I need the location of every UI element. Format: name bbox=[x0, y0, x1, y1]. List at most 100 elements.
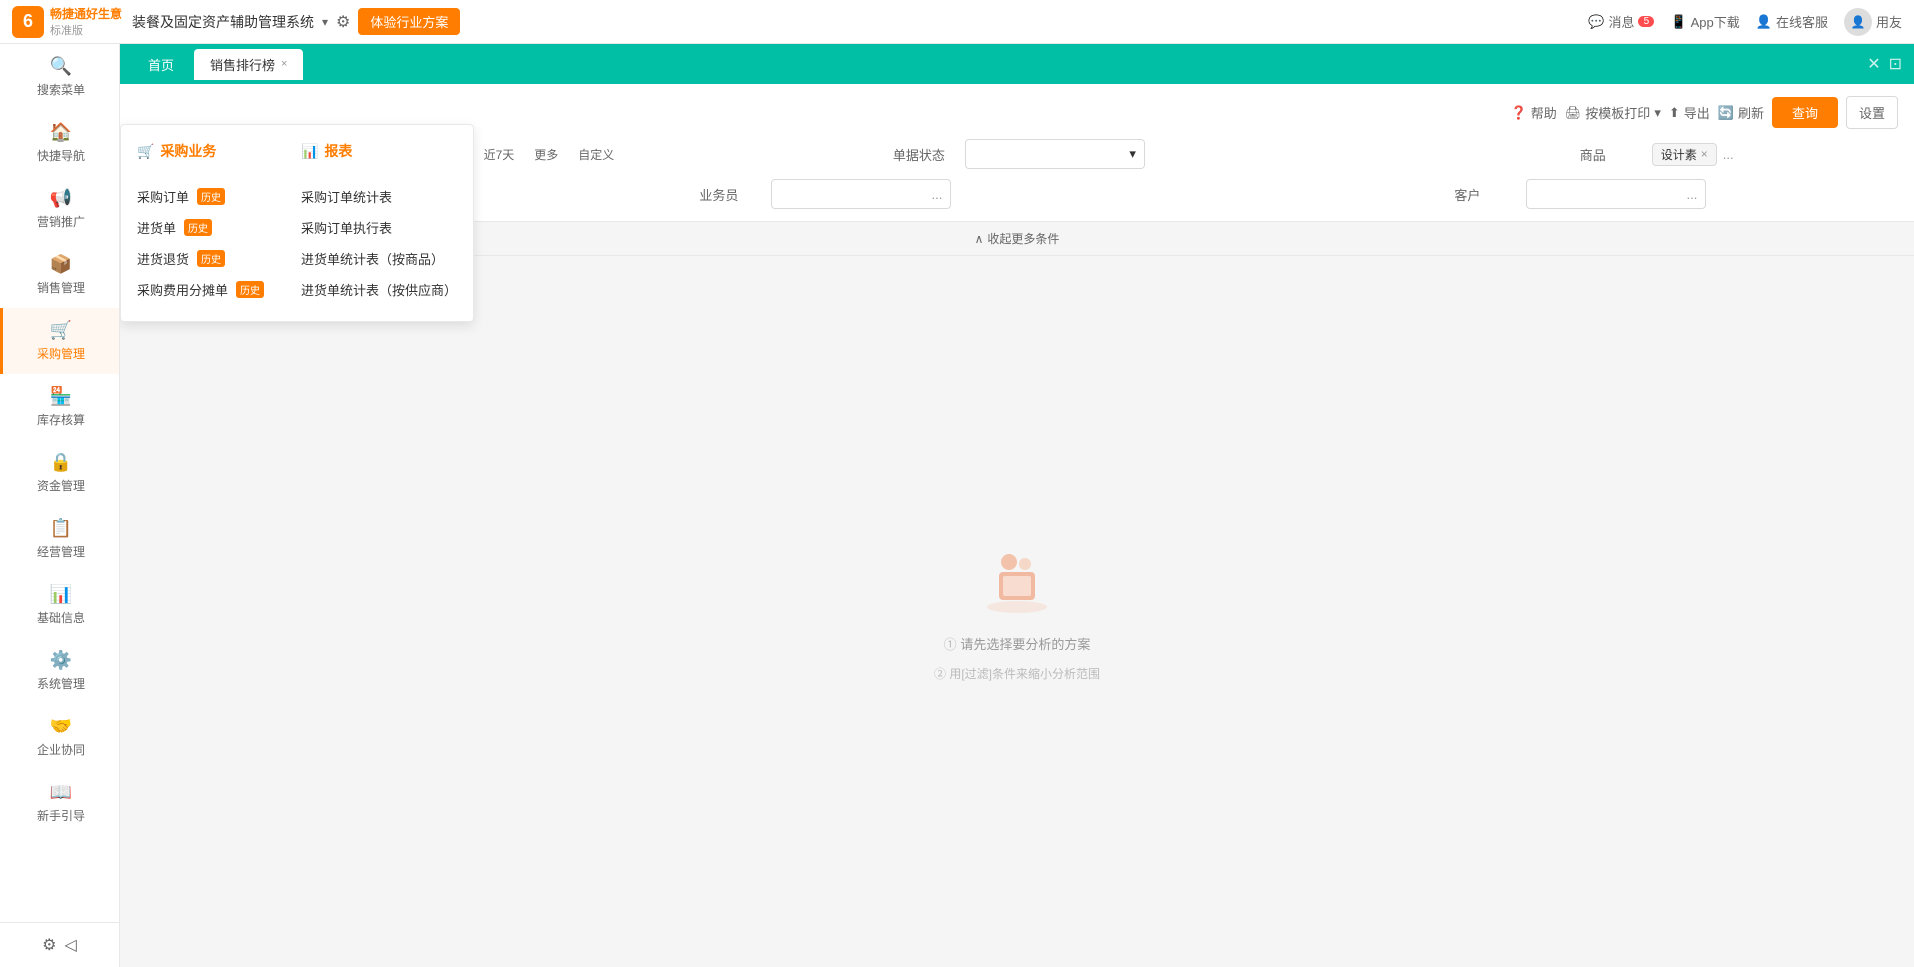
menu-item-return[interactable]: 进货退货 历史 bbox=[137, 243, 277, 274]
marketing-icon: 📢 bbox=[50, 188, 72, 209]
basic-info-icon: 📊 bbox=[50, 584, 72, 605]
customer-select[interactable]: ... bbox=[1526, 179, 1706, 209]
quick-date-7days[interactable]: 近7天 bbox=[476, 144, 523, 165]
menu-item-cost-alloc[interactable]: 采购费用分摊单 历史 bbox=[137, 274, 277, 305]
menu-item-inbound-label: 进货单 bbox=[137, 218, 176, 237]
message-badge: 5 bbox=[1638, 16, 1654, 27]
main-layout: 🔍 搜索菜单 🏠 快捷导航 📢 营销推广 📦 销售管理 🛒 采购管理 🏪 库存核… bbox=[0, 44, 1914, 967]
menu-item-purchase-order-label: 采购订单 bbox=[137, 187, 189, 206]
message-action[interactable]: 💬 消息 5 bbox=[1588, 12, 1654, 31]
product-label: 商品 bbox=[1580, 145, 1640, 164]
menu-item-inbound-stat-product-label: 进货单统计表（按商品） bbox=[301, 249, 444, 268]
enterprise-icon: 🤝 bbox=[50, 716, 72, 737]
menu-item-inbound[interactable]: 进货单 历史 bbox=[137, 212, 277, 243]
settings-bottom-icon[interactable]: ⚙ bbox=[42, 935, 56, 955]
sidebar-item-purchase[interactable]: 🛒 采购管理 bbox=[0, 308, 119, 374]
system-title: 装餐及固定资产辅助管理系统 bbox=[132, 12, 314, 32]
user-action[interactable]: 👤 用友 bbox=[1844, 8, 1902, 36]
tab-close-btn[interactable]: ✕ bbox=[1867, 54, 1880, 74]
sidebar: 🔍 搜索菜单 🏠 快捷导航 📢 营销推广 📦 销售管理 🛒 采购管理 🏪 库存核… bbox=[0, 44, 120, 967]
sidebar-item-finance[interactable]: 🔒 资金管理 bbox=[0, 440, 119, 506]
app-download-action[interactable]: 📱 App下载 bbox=[1670, 12, 1739, 31]
sidebar-item-system[interactable]: ⚙️ 系统管理 bbox=[0, 638, 119, 704]
settings-btn[interactable]: 设置 bbox=[1846, 96, 1898, 129]
help-icon: ❓ bbox=[1511, 105, 1527, 121]
purchase-section-icon: 🛒 bbox=[137, 143, 154, 160]
tab-sales-rank[interactable]: 销售排行榜 × bbox=[194, 49, 303, 80]
toolbar-right: ❓ 帮助 🖨 按模板打印 ▾ ⬆ 导出 🔄 bbox=[1511, 96, 1898, 129]
inventory-icon: 🏪 bbox=[50, 386, 72, 407]
menu-section-purchase: 🛒 采购业务 采购订单 历史 进货单 历史 进货退货 历史 bbox=[137, 141, 277, 305]
quick-date-custom[interactable]: 自定义 bbox=[570, 144, 622, 165]
logo-text: 畅捷通好生意 标准版 bbox=[50, 5, 122, 38]
tab-bar: 首页 销售排行榜 × ✕ ⊡ bbox=[120, 44, 1914, 84]
menu-item-purchase-exec[interactable]: 采购订单执行表 bbox=[301, 212, 457, 243]
menu-item-cost-alloc-label: 采购费用分摊单 bbox=[137, 280, 228, 299]
quick-dates: 近7天 更多 自定义 bbox=[476, 144, 623, 165]
home-icon: 🏠 bbox=[50, 122, 72, 143]
empty-hint-1: ① 请先选择要分析的方案 bbox=[944, 634, 1091, 653]
system-dropdown-arrow[interactable]: ▾ bbox=[322, 15, 328, 29]
print-icon: 🖨 bbox=[1565, 105, 1582, 121]
salesman-select[interactable]: ... bbox=[771, 179, 951, 209]
sidebar-item-operations[interactable]: 📋 经营管理 bbox=[0, 506, 119, 572]
sidebar-item-search[interactable]: 🔍 搜索菜单 bbox=[0, 44, 119, 110]
dropdown-menu: 🛒 采购业务 采购订单 历史 进货单 历史 进货退货 历史 bbox=[120, 124, 474, 322]
quick-date-more[interactable]: 更多 bbox=[526, 144, 566, 165]
menu-item-return-label: 进货退货 bbox=[137, 249, 189, 268]
collapse-icon: ∧ bbox=[975, 232, 984, 246]
salesman-more-btn[interactable]: ... bbox=[932, 187, 943, 202]
purchase-icon: 🛒 bbox=[50, 320, 72, 341]
tab-home[interactable]: 首页 bbox=[132, 49, 190, 80]
export-icon: ⬆ bbox=[1669, 105, 1680, 121]
customer-more-btn[interactable]: ... bbox=[1687, 187, 1698, 202]
sales-icon: 📦 bbox=[50, 254, 72, 275]
collapse-sidebar-icon[interactable]: ◁ bbox=[65, 935, 77, 955]
content-area: 首页 销售排行榜 × ✕ ⊡ 🛒 采购业务 bbox=[120, 44, 1914, 967]
doc-status-select[interactable]: ▾ bbox=[965, 139, 1145, 169]
sidebar-item-basic-info[interactable]: 📊 基础信息 bbox=[0, 572, 119, 638]
menu-item-inbound-stat-supplier-label: 进货单统计表（按供应商） bbox=[301, 280, 457, 299]
product-more-btn[interactable]: ... bbox=[1723, 147, 1734, 162]
settings-icon[interactable]: ⚙ bbox=[336, 12, 350, 32]
system-icon: ⚙️ bbox=[50, 650, 72, 671]
industry-btn[interactable]: 体验行业方案 bbox=[358, 8, 460, 35]
sidebar-item-marketing[interactable]: 📢 营销推广 bbox=[0, 176, 119, 242]
menu-item-return-badge: 历史 bbox=[197, 250, 225, 267]
logo-icon: 6 bbox=[12, 6, 44, 38]
sidebar-item-quick-nav[interactable]: 🏠 快捷导航 bbox=[0, 110, 119, 176]
tab-maximize-btn[interactable]: ⊡ bbox=[1889, 54, 1902, 74]
menu-item-cost-alloc-badge: 历史 bbox=[236, 281, 264, 298]
report-section-title: 📊 报表 bbox=[301, 141, 457, 169]
tab-close-sales-rank[interactable]: × bbox=[281, 58, 287, 70]
empty-hint-2: ② 用[过滤]条件来缩小分析范围 bbox=[934, 665, 1100, 682]
export-btn[interactable]: ⬆ 导出 bbox=[1669, 103, 1710, 122]
sidebar-item-inventory[interactable]: 🏪 库存核算 bbox=[0, 374, 119, 440]
doc-status-arrow: ▾ bbox=[1129, 146, 1136, 162]
menu-item-purchase-order[interactable]: 采购订单 历史 bbox=[137, 181, 277, 212]
tab-actions: ✕ ⊡ bbox=[1867, 54, 1902, 74]
sidebar-bottom: ⚙ ◁ bbox=[0, 922, 119, 967]
menu-item-inbound-stat-supplier[interactable]: 进货单统计表（按供应商） bbox=[301, 274, 457, 305]
refresh-btn[interactable]: 🔄 刷新 bbox=[1718, 103, 1764, 122]
collapse-btn[interactable]: ∧ 收起更多条件 bbox=[975, 230, 1060, 247]
print-template-btn[interactable]: 🖨 按模板打印 ▾ bbox=[1565, 103, 1661, 122]
sidebar-item-guide[interactable]: 📖 新手引导 bbox=[0, 770, 119, 836]
product-tag-remove[interactable]: × bbox=[1701, 147, 1708, 161]
report-section-icon: 📊 bbox=[301, 143, 318, 160]
header-right: 💬 消息 5 📱 App下载 👤 在线客服 👤 用友 bbox=[1588, 8, 1902, 36]
user-avatar: 👤 bbox=[1844, 8, 1872, 36]
salesman-label: 业务员 bbox=[699, 185, 759, 204]
help-btn[interactable]: ❓ 帮助 bbox=[1511, 103, 1557, 122]
purchase-section-title: 🛒 采购业务 bbox=[137, 141, 277, 169]
query-btn[interactable]: 查询 bbox=[1772, 97, 1838, 128]
menu-item-purchase-stat[interactable]: 采购订单统计表 bbox=[301, 181, 457, 212]
online-service-action[interactable]: 👤 在线客服 bbox=[1756, 12, 1828, 31]
menu-item-inbound-badge: 历史 bbox=[184, 219, 212, 236]
menu-item-inbound-stat-product[interactable]: 进货单统计表（按商品） bbox=[301, 243, 457, 274]
sidebar-item-sales[interactable]: 📦 销售管理 bbox=[0, 242, 119, 308]
header-center: 装餐及固定资产辅助管理系统 ▾ ⚙ 体验行业方案 bbox=[132, 8, 1588, 35]
product-filter-area: 设计素 × ... bbox=[1652, 143, 1734, 166]
menu-item-purchase-exec-label: 采购订单执行表 bbox=[301, 218, 392, 237]
sidebar-item-enterprise[interactable]: 🤝 企业协同 bbox=[0, 704, 119, 770]
